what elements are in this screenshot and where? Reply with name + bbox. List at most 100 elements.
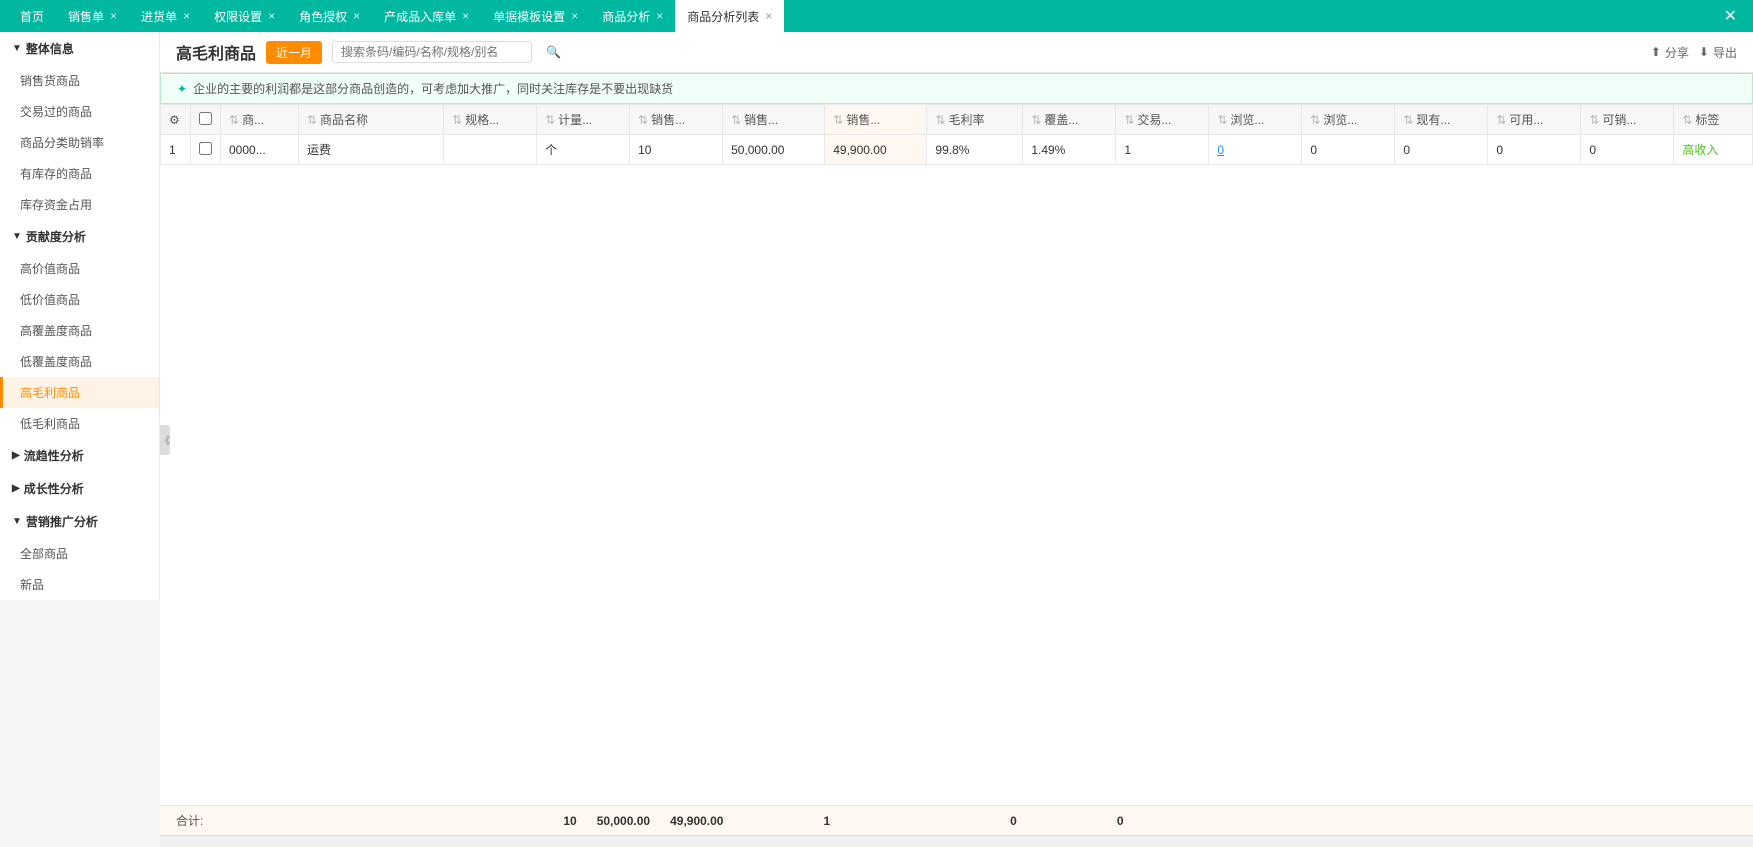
col-gross-rate[interactable]: ⇅毛利率	[927, 105, 1023, 135]
col-tag[interactable]: ⇅标签	[1674, 105, 1753, 135]
section-marketing-arrow: ▼	[12, 516, 22, 527]
section-growth-arrow: ▶	[12, 483, 20, 494]
row-tag: 高收入	[1674, 135, 1753, 165]
row-current-stock: 0	[1395, 135, 1488, 165]
sidebar-item-high-value[interactable]: 高价值商品	[0, 253, 159, 284]
info-icon: ✦	[177, 82, 187, 96]
col-current-stock[interactable]: ⇅现有...	[1395, 105, 1488, 135]
sidebar-collapse-btn[interactable]: 《	[160, 425, 170, 455]
row-browse2: 0	[1302, 135, 1395, 165]
search-icon[interactable]: 🔍	[546, 45, 561, 59]
row-sellable: 0	[1581, 135, 1674, 165]
row-unit: 个	[537, 135, 630, 165]
page-title: 高毛利商品	[176, 40, 256, 64]
col-browse2[interactable]: ⇅浏览...	[1302, 105, 1395, 135]
col-sales-cost[interactable]: ⇅销售...	[825, 105, 927, 135]
sidebar-item-all-goods[interactable]: 全部商品	[0, 538, 159, 569]
sidebar-item-low-value[interactable]: 低价值商品	[0, 284, 159, 315]
section-overall-arrow: ▼	[12, 43, 22, 54]
nav-goods-list-close[interactable]: ×	[765, 9, 772, 23]
filter-recent-month-btn[interactable]: 近一月	[266, 41, 322, 64]
sidebar-section-growth[interactable]: ▶ 成长性分析	[0, 472, 159, 505]
col-settings[interactable]: ⚙	[161, 105, 191, 135]
sidebar-item-high-margin[interactable]: 高毛利商品	[0, 377, 159, 408]
sidebar-item-new-goods[interactable]: 新品	[0, 569, 159, 600]
sidebar-item-low-margin[interactable]: 低毛利商品	[0, 408, 159, 439]
nav-goods-analysis-close[interactable]: ×	[656, 9, 663, 23]
table-row: 1 0000... 运费 个 10 50,000.00 49,900.00 99…	[161, 135, 1753, 165]
sidebar-item-stock-capital[interactable]: 库存资金占用	[0, 189, 159, 220]
col-trade[interactable]: ⇅交易...	[1116, 105, 1209, 135]
sidebar-item-traded-goods[interactable]: 交易过的商品	[0, 96, 159, 127]
row-sales-cost: 49,900.00	[825, 135, 927, 165]
col-coverage[interactable]: ⇅覆盖...	[1023, 105, 1116, 135]
nav-sales[interactable]: 销售单 ×	[56, 0, 129, 32]
sidebar-section-trend[interactable]: ▶ 流趋性分析	[0, 439, 159, 472]
footer-total-label: 合计:	[176, 812, 203, 829]
nav-product-in[interactable]: 产成品入库单 ×	[372, 0, 481, 32]
export-icon: ⬇	[1699, 45, 1709, 59]
row-browse1[interactable]: 0	[1209, 135, 1302, 165]
row-checkbox[interactable]	[191, 135, 221, 165]
nav-purchase[interactable]: 进货单 ×	[129, 0, 202, 32]
col-unit[interactable]: ⇅计量...	[537, 105, 630, 135]
col-available[interactable]: ⇅可用...	[1488, 105, 1581, 135]
col-sales-qty[interactable]: ⇅销售...	[630, 105, 723, 135]
footer-sales-amount: 50,000.00	[597, 814, 650, 828]
col-code[interactable]: ⇅商...	[221, 105, 299, 135]
nav-purchase-close[interactable]: ×	[183, 9, 190, 23]
sidebar-section-contribution[interactable]: ▼ 贡献度分析	[0, 220, 159, 253]
info-bar: ✦ 企业的主要的利润都是这部分商品创造的，可考虑加大推广，同时关注库存是不要出现…	[160, 73, 1753, 104]
info-message: 企业的主要的利润都是这部分商品创造的，可考虑加大推广，同时关注库存是不要出现缺货	[193, 80, 673, 97]
top-nav: 首页 销售单 × 进货单 × 权限设置 × 角色授权 × 产成品入库单 × 单据…	[0, 0, 1753, 32]
col-name[interactable]: ⇅商品名称	[298, 105, 443, 135]
export-btn[interactable]: ⬇ 导出	[1699, 44, 1737, 61]
sidebar-item-sales-goods[interactable]: 销售货商品	[0, 65, 159, 96]
nav-sales-close[interactable]: ×	[110, 9, 117, 23]
nav-role-close[interactable]: ×	[353, 9, 360, 23]
nav-template[interactable]: 单据模板设置 ×	[481, 0, 590, 32]
sidebar-section-marketing[interactable]: ▼ 营销推广分析	[0, 505, 159, 538]
row-spec	[444, 135, 537, 165]
row-gross-rate: 99.8%	[927, 135, 1023, 165]
footer-sellable: 0	[1117, 814, 1124, 828]
horizontal-scrollbar[interactable]	[160, 835, 1753, 847]
nav-goods-list[interactable]: 商品分析列表 ×	[675, 0, 784, 32]
sidebar-item-high-coverage[interactable]: 高覆盖度商品	[0, 315, 159, 346]
row-trade: 1	[1116, 135, 1209, 165]
col-sellable[interactable]: ⇅可销...	[1581, 105, 1674, 135]
nav-permission[interactable]: 权限设置 ×	[202, 0, 287, 32]
nav-product-in-close[interactable]: ×	[462, 9, 469, 23]
sidebar-section-overall[interactable]: ▼ 整体信息	[0, 32, 159, 65]
table-container: ⚙ ⇅商... ⇅商品名称 ⇅规格... ⇅计量... ⇅销售... ⇅销售..…	[160, 104, 1753, 805]
content-header: 高毛利商品 近一月 🔍 ⬆ 分享 ⬇ 导出	[160, 32, 1753, 73]
row-sales-qty: 10	[630, 135, 723, 165]
row-num: 1	[161, 135, 191, 165]
nav-permission-close[interactable]: ×	[268, 9, 275, 23]
table-body: 1 0000... 运费 个 10 50,000.00 49,900.00 99…	[161, 135, 1753, 165]
nav-home[interactable]: 首页	[8, 0, 56, 32]
nav-template-close[interactable]: ×	[571, 9, 578, 23]
sidebar-item-low-coverage[interactable]: 低覆盖度商品	[0, 346, 159, 377]
footer-sales-cost: 49,900.00	[670, 814, 723, 828]
nav-goods-analysis[interactable]: 商品分析 ×	[590, 0, 675, 32]
search-input[interactable]	[332, 41, 532, 63]
col-sales-amount[interactable]: ⇅销售...	[723, 105, 825, 135]
nav-role[interactable]: 角色授权 ×	[287, 0, 372, 32]
sidebar-item-in-stock[interactable]: 有库存的商品	[0, 158, 159, 189]
col-spec[interactable]: ⇅规格...	[444, 105, 537, 135]
window-close-btn[interactable]: ✕	[1716, 6, 1745, 26]
row-code: 0000...	[221, 135, 299, 165]
section-trend-arrow: ▶	[12, 450, 20, 461]
data-table: ⚙ ⇅商... ⇅商品名称 ⇅规格... ⇅计量... ⇅销售... ⇅销售..…	[160, 104, 1753, 165]
sidebar-wrapper: ▼ 整体信息 销售货商品 交易过的商品 商品分类助销率 有库存的商品 库存资金占…	[0, 32, 160, 847]
sidebar: ▼ 整体信息 销售货商品 交易过的商品 商品分类助销率 有库存的商品 库存资金占…	[0, 32, 160, 600]
share-icon: ⬆	[1651, 45, 1661, 59]
share-btn[interactable]: ⬆ 分享	[1651, 44, 1689, 61]
col-browse1[interactable]: ⇅浏览...	[1209, 105, 1302, 135]
footer-trade: 1	[823, 814, 830, 828]
sidebar-item-category-rate[interactable]: 商品分类助销率	[0, 127, 159, 158]
row-coverage: 1.49%	[1023, 135, 1116, 165]
select-all-checkbox[interactable]	[199, 112, 212, 125]
table-header-row: ⚙ ⇅商... ⇅商品名称 ⇅规格... ⇅计量... ⇅销售... ⇅销售..…	[161, 105, 1753, 135]
